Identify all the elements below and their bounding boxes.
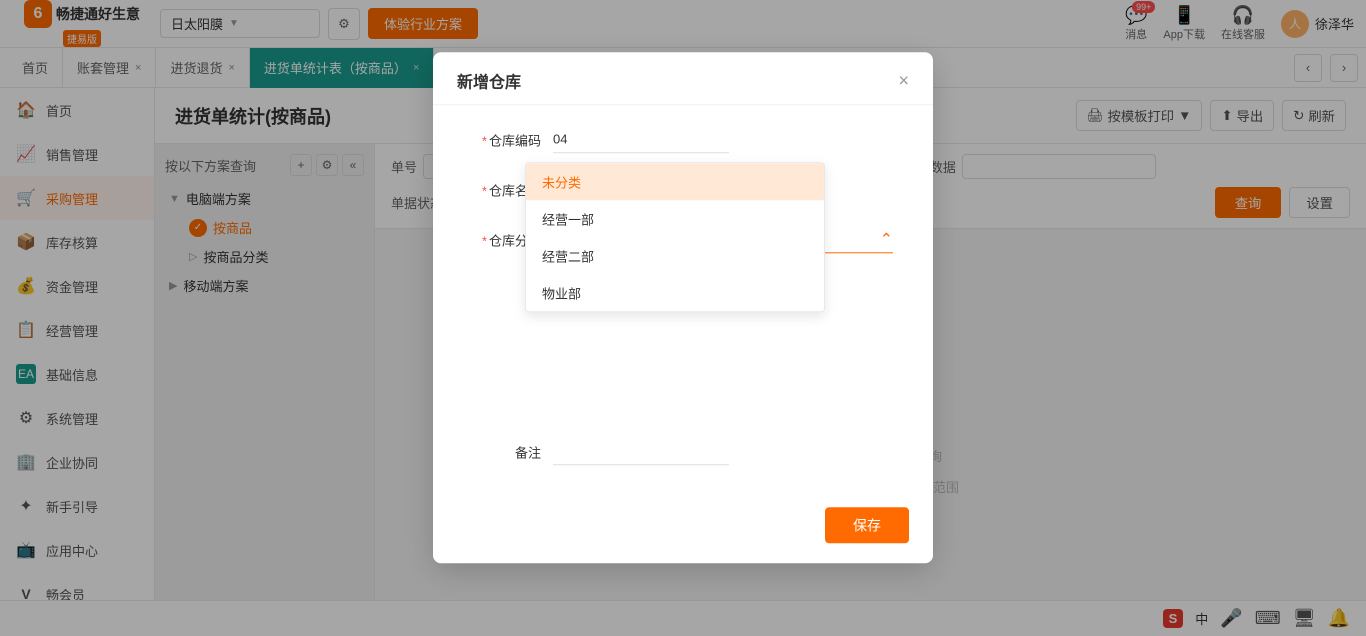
form-row-remark: 备注 xyxy=(473,437,893,469)
remark-label: 备注 xyxy=(473,437,553,469)
remark-input-wrap xyxy=(553,437,893,465)
modal-title: 新增仓库 xyxy=(457,68,521,92)
remark-input[interactable] xyxy=(553,437,729,465)
category-dropdown-toggle[interactable]: ⌃ xyxy=(880,229,893,249)
modal-footer: 保存 xyxy=(433,507,933,543)
save-button[interactable]: 保存 xyxy=(825,507,909,543)
dropdown-option-dept1[interactable]: 经营一部 xyxy=(526,200,824,237)
modal-header: 新增仓库 × xyxy=(433,52,933,105)
add-warehouse-modal: 新增仓库 × *仓库编码 *仓库名称 请输入仓库名称 *仓库分类 xyxy=(433,52,933,563)
code-input-wrap xyxy=(553,125,893,153)
code-input[interactable] xyxy=(553,125,729,153)
form-row-code: *仓库编码 xyxy=(473,125,893,157)
modal-close-button[interactable]: × xyxy=(898,70,909,91)
code-label: *仓库编码 xyxy=(473,125,553,157)
category-dropdown-list: 未分类 经营一部 经营二部 物业部 xyxy=(525,162,825,312)
dropdown-option-uncategorized[interactable]: 未分类 xyxy=(526,163,824,200)
modal-body: *仓库编码 *仓库名称 请输入仓库名称 *仓库分类 ⌃ xyxy=(433,105,933,507)
dropdown-option-property[interactable]: 物业部 xyxy=(526,274,824,311)
dropdown-option-dept2[interactable]: 经营二部 xyxy=(526,237,824,274)
